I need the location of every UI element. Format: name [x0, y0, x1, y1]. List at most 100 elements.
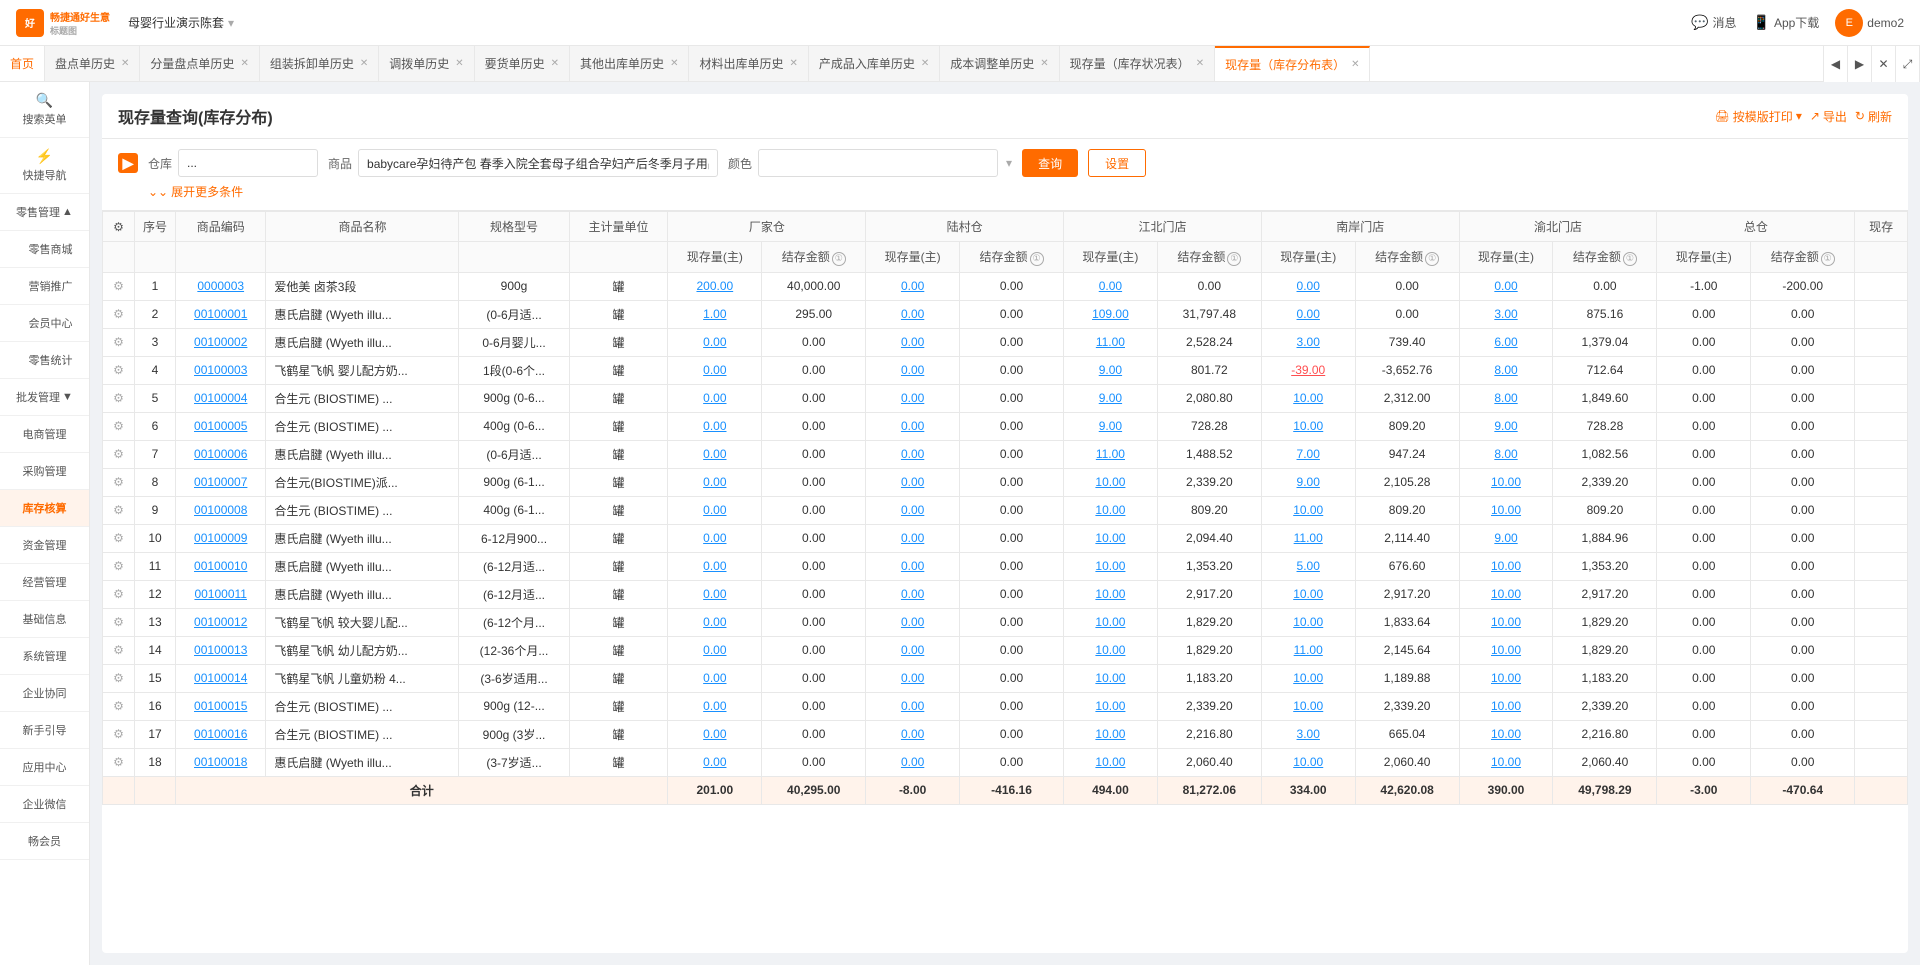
qty-link[interactable]: 0.00: [703, 419, 726, 433]
row-settings[interactable]: ⚙: [103, 440, 135, 468]
qty-link[interactable]: 0.00: [901, 699, 924, 713]
code-link[interactable]: 00100018: [194, 755, 247, 769]
qty-link[interactable]: 0.00: [703, 643, 726, 657]
code-link[interactable]: 00100015: [194, 699, 247, 713]
qty-link[interactable]: 0.00: [901, 559, 924, 573]
tab-other-out[interactable]: 其他出库单历史 ✕: [570, 46, 689, 82]
tab-stock-status[interactable]: 现存量（库存状况表） ✕: [1060, 46, 1215, 82]
qty-link[interactable]: 11.00: [1096, 447, 1125, 461]
sidebar-item-retail-shop[interactable]: 零售商城: [0, 231, 89, 268]
info-icon[interactable]: ①: [1030, 252, 1044, 266]
qty-link[interactable]: 0.00: [703, 671, 726, 685]
sidebar-item-vip[interactable]: 畅会员: [0, 823, 89, 860]
qty-link[interactable]: 0.00: [901, 279, 924, 293]
message-btn[interactable]: 💬 消息: [1691, 14, 1736, 31]
tab-assembly[interactable]: 组装拆卸单历史 ✕: [260, 46, 379, 82]
qty-link[interactable]: 10.00: [1293, 755, 1323, 769]
row-settings[interactable]: ⚙: [103, 608, 135, 636]
sidebar-item-marketing[interactable]: 营销推广: [0, 268, 89, 305]
close-icon[interactable]: ✕: [1351, 59, 1359, 70]
sidebar-item-search[interactable]: 🔍 搜索英单: [0, 82, 89, 138]
row-settings[interactable]: ⚙: [103, 580, 135, 608]
user-menu[interactable]: E demo2: [1835, 9, 1904, 37]
info-icon[interactable]: ①: [1623, 252, 1637, 266]
qty-link[interactable]: 10.00: [1491, 755, 1521, 769]
qty-link[interactable]: 9.00: [1099, 391, 1122, 405]
tab-transfer[interactable]: 调拨单历史 ✕: [379, 46, 474, 82]
qty-link[interactable]: 0.00: [703, 615, 726, 629]
sidebar-item-wechat[interactable]: 企业微信: [0, 786, 89, 823]
close-icon[interactable]: ✕: [1196, 58, 1204, 69]
tab-sub-inventory[interactable]: 分量盘点单历史 ✕: [140, 46, 259, 82]
qty-link[interactable]: 10.00: [1095, 671, 1125, 685]
qty-link[interactable]: 0.00: [901, 643, 924, 657]
org-selector[interactable]: 母婴行业演示陈套 ▾: [128, 14, 234, 31]
code-link[interactable]: 00100016: [194, 727, 247, 741]
setting-btn[interactable]: 设置: [1088, 149, 1146, 177]
qty-link[interactable]: 0.00: [1494, 279, 1517, 293]
tab-purchase-order[interactable]: 要货单历史 ✕: [475, 46, 570, 82]
qty-link[interactable]: 9.00: [1099, 363, 1122, 377]
sidebar-item-ecommerce[interactable]: 电商管理: [0, 416, 89, 453]
qty-link[interactable]: 10.00: [1293, 671, 1323, 685]
qty-link[interactable]: 10.00: [1491, 671, 1521, 685]
color-input[interactable]: [758, 149, 998, 177]
row-settings[interactable]: ⚙: [103, 468, 135, 496]
qty-link[interactable]: 10.00: [1095, 559, 1125, 573]
close-icon[interactable]: ✕: [121, 58, 129, 69]
qty-link[interactable]: 10.00: [1491, 643, 1521, 657]
qty-link[interactable]: 10.00: [1095, 503, 1125, 517]
qty-link[interactable]: 3.00: [1494, 307, 1517, 321]
qty-link[interactable]: 10.00: [1293, 587, 1323, 601]
qty-link[interactable]: 10.00: [1293, 419, 1323, 433]
qty-link[interactable]: 0.00: [703, 699, 726, 713]
sidebar-item-system[interactable]: 系统管理: [0, 638, 89, 675]
qty-link[interactable]: 10.00: [1095, 643, 1125, 657]
qty-link[interactable]: 10.00: [1293, 503, 1323, 517]
sidebar-item-retail-stats[interactable]: 零售统计: [0, 342, 89, 379]
tab-material-out[interactable]: 材料出库单历史 ✕: [689, 46, 808, 82]
qty-link[interactable]: 10.00: [1095, 531, 1125, 545]
code-link[interactable]: 00100005: [194, 419, 247, 433]
code-link[interactable]: 00100012: [194, 615, 247, 629]
qty-link[interactable]: 11.00: [1294, 643, 1323, 657]
qty-link[interactable]: 9.00: [1494, 531, 1517, 545]
row-settings[interactable]: ⚙: [103, 384, 135, 412]
query-btn[interactable]: 查询: [1022, 149, 1078, 177]
qty-link[interactable]: 10.00: [1491, 503, 1521, 517]
sidebar-item-basic[interactable]: 基础信息: [0, 601, 89, 638]
row-settings[interactable]: ⚙: [103, 720, 135, 748]
qty-link[interactable]: 9.00: [1297, 475, 1320, 489]
qty-link[interactable]: 0.00: [901, 503, 924, 517]
close-icon[interactable]: ✕: [551, 58, 559, 69]
qty-link[interactable]: 0.00: [703, 475, 726, 489]
refresh-btn[interactable]: ↻ 刷新: [1855, 108, 1892, 125]
row-settings[interactable]: ⚙: [103, 692, 135, 720]
qty-link[interactable]: 0.00: [703, 531, 726, 545]
print-btn[interactable]: 🖨 按模版打印 ▾: [1715, 108, 1802, 125]
close-icon[interactable]: ✕: [670, 58, 678, 69]
code-link[interactable]: 00100009: [194, 531, 247, 545]
qty-link[interactable]: 0.00: [901, 671, 924, 685]
qty-link[interactable]: 0.00: [1099, 279, 1122, 293]
sidebar-item-guide[interactable]: 新手引导: [0, 712, 89, 749]
row-settings[interactable]: ⚙: [103, 664, 135, 692]
qty-link[interactable]: 0.00: [901, 335, 924, 349]
qty-link[interactable]: 0.00: [1297, 279, 1320, 293]
info-icon[interactable]: ①: [1425, 252, 1439, 266]
sidebar-item-retail[interactable]: 零售管理 ▲: [0, 194, 89, 231]
qty-link[interactable]: 10.00: [1293, 615, 1323, 629]
sidebar-item-app-center[interactable]: 应用中心: [0, 749, 89, 786]
qty-link[interactable]: 0.00: [703, 727, 726, 741]
tab-expand-btn[interactable]: ⤢: [1896, 46, 1920, 82]
code-link[interactable]: 00100006: [194, 447, 247, 461]
row-settings[interactable]: ⚙: [103, 636, 135, 664]
qty-link[interactable]: 0.00: [1297, 307, 1320, 321]
qty-link[interactable]: 109.00: [1092, 307, 1129, 321]
row-settings[interactable]: ⚙: [103, 272, 135, 300]
sidebar-item-member[interactable]: 会员中心: [0, 305, 89, 342]
qty-link[interactable]: 0.00: [901, 531, 924, 545]
close-icon[interactable]: ✕: [921, 58, 929, 69]
qty-link[interactable]: 0.00: [901, 755, 924, 769]
code-link[interactable]: 00100010: [194, 559, 247, 573]
